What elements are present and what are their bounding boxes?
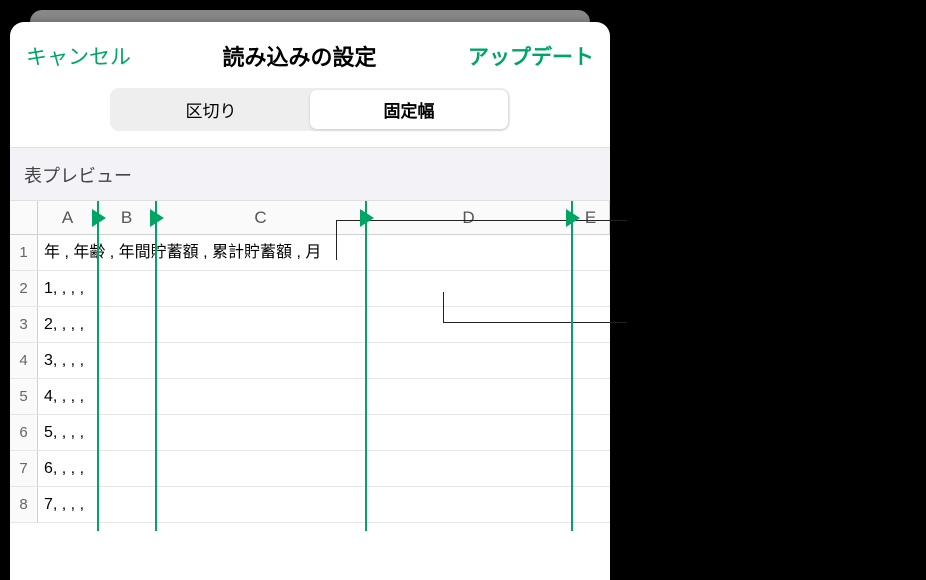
cell-content: 1, , , , (38, 271, 90, 306)
row-number: 5 (10, 379, 38, 414)
row-number: 8 (10, 487, 38, 522)
column-divider-line[interactable] (155, 201, 157, 531)
callout-tap: タップすると、新しい列が追加されます。 (634, 292, 924, 352)
callout-drag: ドラッグすると、列の幅を調整できます。 (634, 190, 924, 250)
mode-segmented-control[interactable]: 区切り 固定幅 (110, 88, 510, 131)
table-row: 76, , , , (10, 451, 610, 487)
row-number: 6 (10, 415, 38, 450)
cell-content: 年 , 年齢 , 年間貯蓄額 , 累計貯蓄額 , 月 (38, 235, 327, 270)
row-number: 4 (10, 343, 38, 378)
column-header-d[interactable]: D (366, 201, 572, 234)
cell-content: 7, , , , (38, 487, 90, 522)
row-number: 1 (10, 235, 38, 270)
column-header-b[interactable]: B (98, 201, 156, 234)
column-header-c[interactable]: C (156, 201, 366, 234)
sheet-title: 読み込みの設定 (222, 40, 376, 72)
column-divider-handle[interactable] (92, 209, 106, 227)
column-divider-handle[interactable] (150, 209, 164, 227)
column-divider-handle[interactable] (360, 209, 374, 227)
table-row: 1年 , 年齢 , 年間貯蓄額 , 累計貯蓄額 , 月 (10, 235, 610, 271)
sheet-header: キャンセル 読み込みの設定 アップデート (10, 22, 610, 82)
column-divider-line[interactable] (365, 201, 367, 531)
table-row: 87, , , , (10, 487, 610, 523)
table-preview-label: 表プレビュー (10, 147, 610, 201)
cancel-button[interactable]: キャンセル (26, 41, 131, 71)
column-divider-line[interactable] (571, 201, 573, 531)
update-button[interactable]: アップデート (468, 41, 594, 71)
cell-content: 2, , , , (38, 307, 90, 342)
cell-content: 6, , , , (38, 451, 90, 486)
cell-content: 3, , , , (38, 343, 90, 378)
table-row: 65, , , , (10, 415, 610, 451)
row-number: 2 (10, 271, 38, 306)
table-preview[interactable]: ABCDE1年 , 年齢 , 年間貯蓄額 , 累計貯蓄額 , 月21, , , … (10, 201, 610, 523)
seg-fixed-width[interactable]: 固定幅 (310, 90, 508, 129)
table-row: 21, , , , (10, 271, 610, 307)
row-number: 7 (10, 451, 38, 486)
column-header-a[interactable]: A (38, 201, 98, 234)
import-settings-sheet: キャンセル 読み込みの設定 アップデート 区切り 固定幅 表プレビュー ABCD… (10, 22, 610, 580)
seg-delimiter[interactable]: 区切り (112, 90, 310, 129)
cell-content: 5, , , , (38, 415, 90, 450)
cell-content: 4, , , , (38, 379, 90, 414)
table-row: 32, , , , (10, 307, 610, 343)
column-divider-handle[interactable] (566, 209, 580, 227)
row-number: 3 (10, 307, 38, 342)
column-divider-line[interactable] (97, 201, 99, 531)
table-row: 54, , , , (10, 379, 610, 415)
table-row: 43, , , , (10, 343, 610, 379)
